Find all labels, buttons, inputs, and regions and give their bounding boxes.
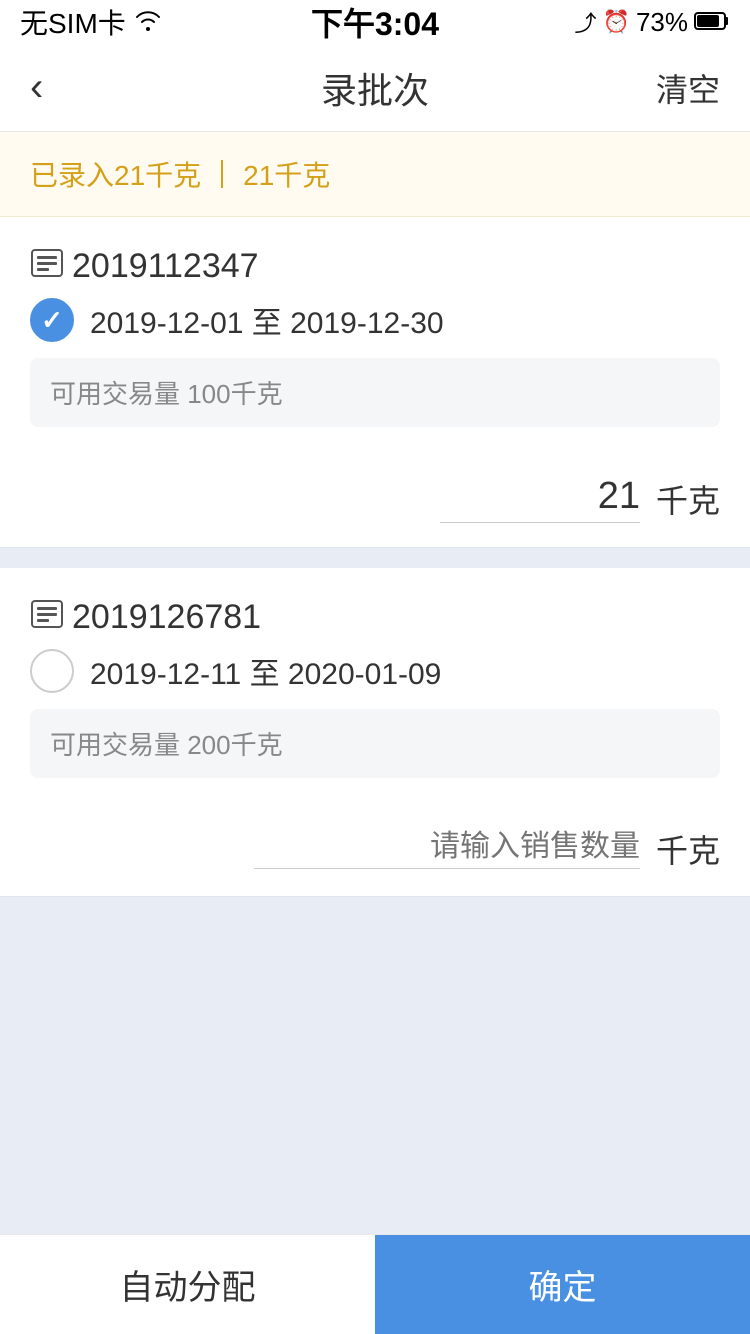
- batch-2-id: 2019126781: [72, 598, 261, 637]
- battery-icon: [694, 7, 730, 38]
- batch-2-id-row: 2019126781: [30, 598, 720, 637]
- batch-2-input-wrapper[interactable]: [254, 830, 640, 869]
- batch-1-unit: 千克: [656, 476, 720, 522]
- batch-2-quantity-input[interactable]: [254, 830, 640, 864]
- battery-label: 73%: [636, 7, 688, 38]
- status-left: 无SIM卡: [20, 2, 162, 42]
- batch-icon-1: [30, 248, 64, 286]
- batch-1-available-text: 可用交易量 100千克: [50, 379, 283, 409]
- batch-2-unit: 千克: [656, 826, 720, 872]
- batch-2-radio[interactable]: [30, 649, 74, 693]
- status-right: ⤴ ⏰ 73%: [575, 6, 730, 38]
- section-separator: [0, 548, 750, 568]
- carrier-label: 无SIM卡: [20, 2, 126, 42]
- clear-button[interactable]: 清空: [656, 65, 720, 111]
- status-bar: 无SIM卡 下午3:04 ⤴ ⏰ 73%: [0, 0, 750, 44]
- batch-1-card: 2019112347 2019-12-01 至 2019-12-30 可用交易量…: [0, 217, 750, 451]
- batch-1-quantity-input[interactable]: [520, 475, 640, 518]
- batch-1-date: 2019-12-01 至 2019-12-30: [90, 298, 444, 342]
- nav-bar: ‹ 录批次 清空: [0, 44, 750, 132]
- batch-1-quantity-row: 千克: [0, 451, 750, 548]
- location-icon: ⤴: [575, 6, 597, 38]
- batch-1-radio[interactable]: [30, 298, 74, 342]
- summary-divider: [221, 160, 223, 188]
- batch-2-date: 2019-12-11 至 2020-01-09: [90, 649, 441, 693]
- page-title: 录批次: [321, 62, 429, 114]
- alarm-icon: ⏰: [603, 9, 630, 35]
- batch-1-available: 可用交易量 100千克: [30, 358, 720, 427]
- batch-1-input-wrapper[interactable]: [440, 475, 640, 523]
- bottom-bar: 自动分配 确定: [0, 1234, 750, 1334]
- batch-2-available: 可用交易量 200千克: [30, 709, 720, 778]
- wifi-icon: [134, 6, 162, 38]
- auto-distribute-button[interactable]: 自动分配: [0, 1235, 375, 1334]
- batch-2-input-row[interactable]: 千克: [0, 802, 750, 897]
- confirm-button[interactable]: 确定: [375, 1235, 750, 1334]
- batch-2-card: 2019126781 2019-12-11 至 2020-01-09 可用交易量…: [0, 568, 750, 802]
- batch-1-date-row[interactable]: 2019-12-01 至 2019-12-30: [30, 298, 720, 342]
- summary-bar: 已录入21千克 21千克: [0, 132, 750, 217]
- recorded-label: 已录入21千克: [30, 154, 201, 194]
- batch-1-id-row: 2019112347: [30, 247, 720, 286]
- batch-1-id: 2019112347: [72, 247, 259, 286]
- batch-icon-2: [30, 599, 64, 637]
- batch-2-date-row[interactable]: 2019-12-11 至 2020-01-09: [30, 649, 720, 693]
- batch-2-available-text: 可用交易量 200千克: [50, 730, 283, 760]
- status-time: 下午3:04: [311, 0, 439, 45]
- summary-amount: 21千克: [243, 154, 330, 194]
- back-button[interactable]: ‹: [30, 65, 43, 110]
